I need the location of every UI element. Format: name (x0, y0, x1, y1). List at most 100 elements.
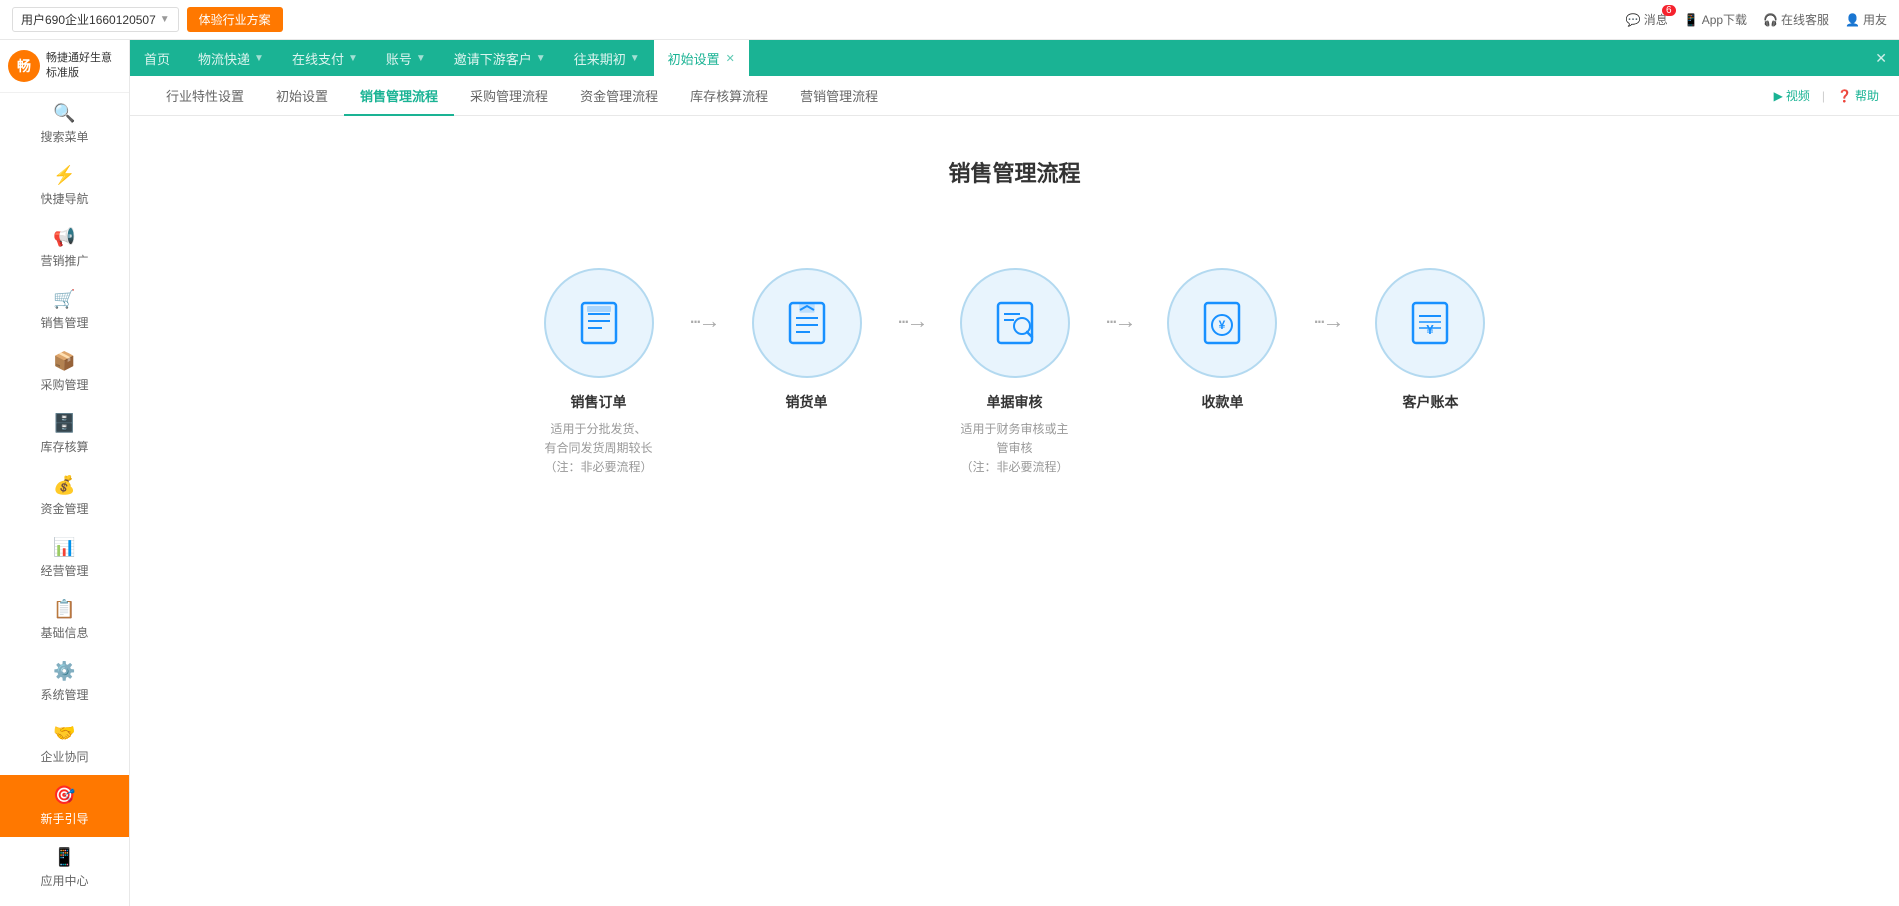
flow-step-receipt: ¥ 收款单 (1132, 268, 1312, 420)
tab-payment-arrow: ▼ (348, 53, 358, 64)
flow-desc-audit: 适用于财务审核或主管审核（注：非必要流程） (960, 420, 1068, 478)
divider: | (1822, 89, 1825, 103)
sidebar-item-marketing[interactable]: 📢 营销推广 (0, 217, 129, 279)
sub-tab-initial[interactable]: 初始设置 (260, 76, 344, 116)
sidebar-item-search[interactable]: 🔍 搜索菜单 (0, 93, 129, 155)
user-label: 用户690企业1660120507 (21, 11, 156, 28)
appcenter-icon: 📱 (53, 847, 75, 868)
app-download-btn[interactable]: 📱 App下载 (1684, 11, 1747, 28)
ops-icon: 📊 (53, 537, 75, 558)
tab-invitecustomer[interactable]: 邀请下游客户 ▼ (440, 40, 560, 76)
page-title: 销售管理流程 (170, 156, 1859, 188)
quicknav-icon: ⚡ (53, 165, 75, 186)
tab-account[interactable]: 账号 ▼ (372, 40, 440, 76)
tab-bar: 首页 物流快递 ▼ 在线支付 ▼ 账号 ▼ 邀请下游客户 ▼ 往来期初 ▼ (130, 40, 1899, 76)
flow-step-sales-order: 销售订单 适用于分批发货、有合同发货周期较长（注：非必要流程） (509, 268, 689, 478)
sub-tab-fundflow[interactable]: 资金管理流程 (564, 76, 674, 116)
message-btn[interactable]: 💬 消息 6 (1626, 11, 1668, 28)
flow-circle-audit[interactable] (960, 268, 1070, 378)
header-left: 用户690企业1660120507 ▼ 体验行业方案 (12, 7, 283, 32)
receipt-icon: ¥ (1197, 298, 1247, 348)
flow-name-receipt: 收款单 (1201, 392, 1243, 412)
tab-logistics-arrow: ▼ (254, 53, 264, 64)
tab-home[interactable]: 首页 (130, 40, 184, 76)
tab-initsetup-close[interactable]: ✕ (726, 52, 735, 65)
video-btn[interactable]: ▶ 视频 (1774, 87, 1810, 104)
sidebar-item-sales[interactable]: 🛒 销售管理 (0, 279, 129, 341)
help-btn[interactable]: ❓ 帮助 (1837, 87, 1879, 104)
sidebar-item-system[interactable]: ⚙️ 系统管理 (0, 651, 129, 713)
purchase-icon: 📦 (53, 351, 75, 372)
flow-name-delivery: 销货单 (786, 392, 828, 412)
sidebar-item-collab[interactable]: 🤝 企业协同 (0, 713, 129, 775)
sidebar-item-quicknav[interactable]: ⚡ 快捷导航 (0, 155, 129, 217)
flow-arrow-4: ···→ (1312, 268, 1340, 334)
sidebar-item-ops[interactable]: 📊 经营管理 (0, 527, 129, 589)
sub-tab-purchaseflow[interactable]: 采购管理流程 (454, 76, 564, 116)
sub-tabs: 行业特性设置 初始设置 销售管理流程 采购管理流程 资金管理流程 库存核算流程 … (130, 76, 1899, 116)
marketing-icon: 📢 (53, 227, 75, 248)
content-area: 首页 物流快递 ▼ 在线支付 ▼ 账号 ▼ 邀请下游客户 ▼ 往来期初 ▼ (130, 40, 1899, 906)
main-layout: 畅 畅捷通好生意 标准版 🔍 搜索菜单 ⚡ 快捷导航 📢 营销推广 🛒 销售管理… (0, 40, 1899, 906)
audit-icon (990, 298, 1040, 348)
flow-arrow-1: ···→ (689, 268, 717, 334)
user-selector-arrow: ▼ (160, 14, 170, 25)
sidebar-item-purchase[interactable]: 📦 采购管理 (0, 341, 129, 403)
newguide-icon: 🎯 (53, 785, 75, 806)
flow-step-customer-account: ¥ 客户账本 (1340, 268, 1520, 420)
tab-history[interactable]: 往来期初 ▼ (560, 40, 654, 76)
tab-payment[interactable]: 在线支付 ▼ (278, 40, 372, 76)
sidebar-item-baseinfo[interactable]: 📋 基础信息 (0, 589, 129, 651)
video-icon: ▶ (1774, 89, 1783, 103)
user-name-label: 用友 (1863, 11, 1887, 28)
top-header: 用户690企业1660120507 ▼ 体验行业方案 💬 消息 6 📱 App下… (0, 0, 1899, 40)
sidebar-item-newguide[interactable]: 🎯 新手引导 (0, 775, 129, 837)
sidebar: 畅 畅捷通好生意 标准版 🔍 搜索菜单 ⚡ 快捷导航 📢 营销推广 🛒 销售管理… (0, 40, 130, 906)
sidebar-item-finance[interactable]: 💰 资金管理 (0, 465, 129, 527)
tab-invitecustomer-arrow: ▼ (536, 53, 546, 64)
flow-name-sales-order: 销售订单 (571, 392, 627, 412)
flow-circle-delivery[interactable] (752, 268, 862, 378)
finance-icon: 💰 (53, 475, 75, 496)
app-download-icon: 📱 (1684, 13, 1699, 27)
system-icon: ⚙️ (53, 661, 75, 682)
flow-arrow-2: ···→ (897, 268, 925, 334)
delivery-icon (782, 298, 832, 348)
sidebar-item-inventory[interactable]: 🗄️ 库存核算 (0, 403, 129, 465)
tab-history-arrow: ▼ (630, 53, 640, 64)
svg-text:¥: ¥ (1219, 318, 1226, 332)
flow-step-audit: 单据审核 适用于财务审核或主管审核（注：非必要流程） (925, 268, 1105, 478)
tab-initsetup[interactable]: 初始设置 ✕ (654, 40, 749, 76)
baseinfo-icon: 📋 (53, 599, 75, 620)
flow-desc-sales-order: 适用于分批发货、有合同发货周期较长（注：非必要流程） (545, 420, 653, 478)
flow-circle-receipt[interactable]: ¥ (1167, 268, 1277, 378)
page-content: 销售管理流程 销售订单 适用于分批发货、有合同 (130, 116, 1899, 906)
header-right: 💬 消息 6 📱 App下载 🎧 在线客服 👤 用友 (1626, 11, 1887, 28)
message-icon: 💬 (1626, 13, 1641, 27)
message-badge: 6 (1662, 5, 1676, 16)
collab-icon: 🤝 (53, 723, 75, 744)
user-selector[interactable]: 用户690企业1660120507 ▼ (12, 7, 179, 32)
sidebar-item-wechat[interactable]: 💬 企业微信 (0, 899, 129, 906)
sub-tab-industry[interactable]: 行业特性设置 (150, 76, 260, 116)
tab-logistics[interactable]: 物流快递 ▼ (184, 40, 278, 76)
inventory-icon: 🗄️ (53, 413, 75, 434)
online-service-btn[interactable]: 🎧 在线客服 (1763, 11, 1829, 28)
online-service-icon: 🎧 (1763, 13, 1778, 27)
sidebar-item-appcenter[interactable]: 📱 应用中心 (0, 837, 129, 899)
help-icon: ❓ (1837, 89, 1852, 103)
flow-arrow-3: ···→ (1105, 268, 1133, 334)
flow-circle-sales-order[interactable] (544, 268, 654, 378)
search-icon: 🔍 (53, 103, 75, 124)
avatar-icon: 👤 (1845, 13, 1860, 27)
customer-account-icon: ¥ (1405, 298, 1455, 348)
logo-text: 畅捷通好生意 标准版 (46, 51, 112, 82)
flow-name-audit: 单据审核 (987, 392, 1043, 412)
user-avatar-btn[interactable]: 👤 用友 (1845, 11, 1887, 28)
sub-tab-salesmanageflow[interactable]: 营销管理流程 (784, 76, 894, 116)
flow-circle-customer-account[interactable]: ¥ (1375, 268, 1485, 378)
sub-tab-inventoryflow[interactable]: 库存核算流程 (674, 76, 784, 116)
tab-bar-close-all[interactable]: ✕ (1863, 40, 1899, 76)
experience-btn[interactable]: 体验行业方案 (187, 7, 283, 32)
sub-tab-salesflow[interactable]: 销售管理流程 (344, 76, 454, 116)
